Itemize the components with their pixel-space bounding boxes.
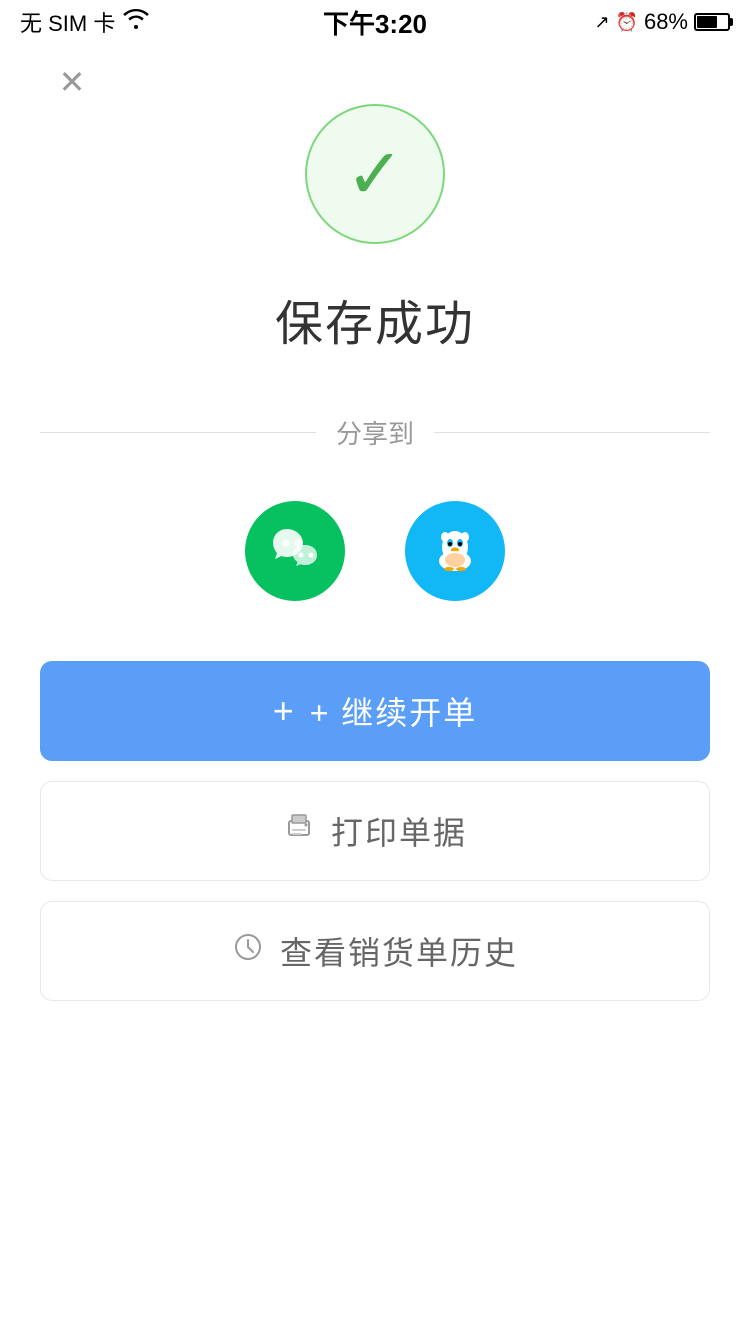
share-section: 分享到 — [0, 414, 750, 601]
battery-text: 68% — [644, 9, 688, 35]
continue-button[interactable]: + + 继续开单 — [40, 661, 710, 761]
no-sim-text: 无 SIM 卡 — [20, 6, 115, 38]
share-icons — [40, 501, 710, 601]
wechat-icon — [265, 521, 325, 581]
history-icon — [232, 931, 264, 971]
wechat-share-button[interactable] — [245, 501, 345, 601]
print-button[interactable]: 打印单据 — [40, 781, 710, 881]
location-icon: ↗ — [594, 12, 609, 33]
status-bar: 无 SIM 卡 下午3:20 ↗ ⏰ 68% — [0, 0, 750, 44]
continue-label: + 继续开单 — [310, 688, 478, 734]
continue-icon: + — [273, 690, 294, 732]
status-right: ↗ ⏰ 68% — [594, 9, 730, 35]
main-content: ✓ 保存成功 分享到 — [0, 44, 750, 1001]
battery-indicator — [694, 13, 730, 31]
success-title: 保存成功 — [275, 284, 475, 354]
success-circle: ✓ — [305, 104, 445, 244]
close-icon: ✕ — [59, 66, 86, 98]
qq-icon — [427, 523, 483, 579]
qq-share-button[interactable] — [405, 501, 505, 601]
close-button[interactable]: ✕ — [50, 60, 94, 104]
wifi-icon — [123, 8, 149, 36]
status-left: 无 SIM 卡 — [20, 6, 149, 38]
action-buttons: + + 继续开单 打印单据 — [0, 661, 750, 1001]
status-time: 下午3:20 — [323, 4, 427, 41]
print-icon — [283, 811, 315, 851]
history-label: 查看销货单历史 — [280, 928, 518, 974]
print-label: 打印单据 — [331, 808, 467, 854]
checkmark-icon: ✓ — [346, 139, 405, 209]
share-divider: 分享到 — [40, 414, 710, 451]
history-button[interactable]: 查看销货单历史 — [40, 901, 710, 1001]
alarm-icon: ⏰ — [616, 12, 638, 33]
share-label: 分享到 — [336, 414, 414, 451]
